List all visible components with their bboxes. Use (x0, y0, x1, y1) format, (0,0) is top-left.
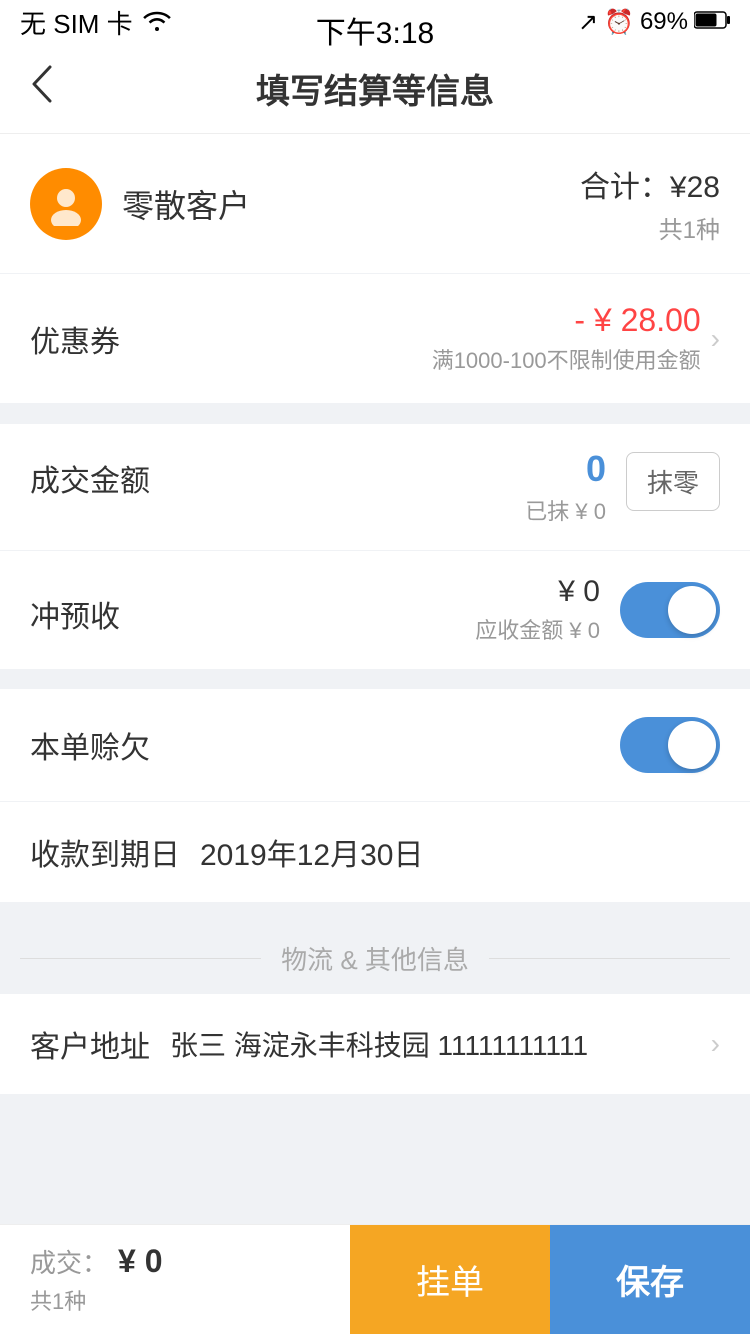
status-left: 无 SIM 卡 (20, 4, 171, 41)
toggle-knob (668, 586, 716, 634)
address-row[interactable]: 客户地址 张三 海淀永丰科技园 11111111111 › (0, 994, 750, 1094)
bottom-trade-label: 成交： (30, 1243, 108, 1280)
duedate-value: 2019年12月30日 (200, 830, 423, 874)
prereceive-row: 冲预收 ¥ 0 应收金额 ¥ 0 (0, 550, 750, 669)
coupon-row[interactable]: 优惠券 - ¥ 28.00 满1000-100不限制使用金额 › (0, 273, 750, 403)
amount-sub: 已抹 ¥ 0 (525, 494, 606, 526)
coupon-amount: - ¥ 28.00 (432, 302, 701, 339)
amount-label: 成交金额 (30, 448, 150, 500)
nav-bar: 填写结算等信息 (0, 44, 750, 134)
status-time: 下午3:18 (316, 8, 434, 52)
bottom-trade-amount: ¥ 0 (118, 1243, 162, 1280)
amount-value[interactable]: 0 (525, 448, 606, 490)
chevron-right-icon: › (711, 323, 720, 355)
amount-right: 0 已抹 ¥ 0 抹零 (525, 448, 720, 526)
logistics-line-left (20, 958, 261, 959)
customer-section: 零散客户 合计：¥28 共1种 优惠券 - ¥ 28.00 满1000-100不… (0, 134, 750, 403)
customer-name: 零散客户 (122, 181, 250, 227)
amount-value-wrap: 0 已抹 ¥ 0 (525, 448, 606, 526)
credit-toggle-knob (668, 721, 716, 769)
battery-icon (694, 8, 730, 36)
address-chevron-icon: › (711, 1028, 720, 1060)
duedate-label: 收款到期日 (30, 830, 180, 874)
customer-right: 合计：¥28 共1种 (580, 162, 720, 245)
avatar (30, 168, 102, 240)
save-button[interactable]: 保存 (550, 1225, 750, 1334)
total-count: 共1种 (580, 210, 720, 245)
page-title: 填写结算等信息 (90, 64, 660, 113)
prereceive-label: 冲预收 (30, 584, 120, 636)
duedate-row[interactable]: 收款到期日 2019年12月30日 (0, 801, 750, 902)
divider-1 (0, 403, 750, 423)
bottom-count: 共1种 (30, 1284, 320, 1316)
bottom-info: 成交： ¥ 0 共1种 (0, 1243, 350, 1316)
customer-row: 零散客户 合计：¥28 共1种 (0, 134, 750, 273)
logistics-divider: 物流 & 其他信息 (0, 922, 750, 994)
coupon-right: - ¥ 28.00 满1000-100不限制使用金额 › (432, 302, 720, 375)
coupon-info: - ¥ 28.00 满1000-100不限制使用金额 (432, 302, 701, 375)
transaction-section: 成交金额 0 已抹 ¥ 0 抹零 冲预收 ¥ 0 应收金额 ¥ 0 (0, 423, 750, 669)
duedate-content: 收款到期日 2019年12月30日 (30, 830, 720, 874)
divider-3 (0, 902, 750, 922)
bottom-bar: 成交： ¥ 0 共1种 挂单 保存 (0, 1224, 750, 1334)
credit-row: 本单赊欠 (0, 689, 750, 801)
coupon-desc: 满1000-100不限制使用金额 (432, 343, 701, 375)
credit-section: 本单赊欠 收款到期日 2019年12月30日 (0, 689, 750, 902)
divider-2 (0, 669, 750, 689)
address-label: 客户地址 (30, 1022, 150, 1066)
prereceive-amount: ¥ 0 (475, 575, 600, 609)
coupon-label: 优惠券 (30, 317, 120, 361)
prereceive-right: ¥ 0 应收金额 ¥ 0 (475, 575, 720, 645)
total-amount: 合计：¥28 (580, 162, 720, 206)
alarm-icon: ⏰ (604, 8, 634, 37)
customer-left: 零散客户 (30, 168, 250, 240)
main-content: 零散客户 合计：¥28 共1种 优惠券 - ¥ 28.00 满1000-100不… (0, 134, 750, 1214)
amount-row: 成交金额 0 已抹 ¥ 0 抹零 (0, 423, 750, 550)
status-bar: 无 SIM 卡 下午3:18 ↗ ⏰ 69% (0, 0, 750, 44)
bottom-trade: 成交： ¥ 0 (30, 1243, 320, 1280)
back-button[interactable] (30, 65, 90, 112)
hold-button[interactable]: 挂单 (350, 1225, 550, 1334)
carrier-text: 无 SIM 卡 (20, 4, 133, 41)
round-button[interactable]: 抹零 (626, 452, 720, 511)
wifi-icon (143, 7, 171, 38)
status-right: ↗ ⏰ 69% (578, 8, 730, 37)
credit-label: 本单赊欠 (30, 723, 150, 767)
logistics-text: 物流 & 其他信息 (281, 940, 469, 977)
credit-toggle[interactable] (620, 717, 720, 773)
logistics-line-right (489, 958, 730, 959)
battery-text: 69% (640, 8, 688, 36)
prereceive-info: ¥ 0 应收金额 ¥ 0 (475, 575, 600, 645)
address-section: 客户地址 张三 海淀永丰科技园 11111111111 › (0, 994, 750, 1094)
prereceive-toggle[interactable] (620, 582, 720, 638)
location-icon: ↗ (578, 8, 598, 37)
address-value: 张三 海淀永丰科技园 11111111111 (170, 1024, 711, 1064)
prereceive-sub: 应收金额 ¥ 0 (475, 613, 600, 645)
